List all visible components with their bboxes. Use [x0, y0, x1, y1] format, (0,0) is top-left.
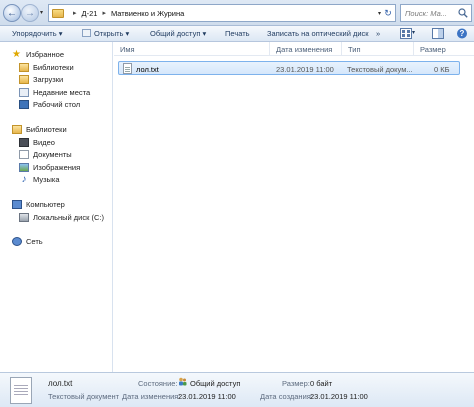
search-placeholder: Поиск: Ма...: [405, 9, 447, 18]
documents-icon: [19, 150, 29, 159]
text-file-icon: [123, 63, 132, 74]
breadcrumb-d21[interactable]: Д-21: [82, 9, 98, 18]
file-name: лол.txt: [136, 65, 159, 74]
nav-item-recent-places[interactable]: Недавние места: [19, 88, 90, 97]
nav-item-desktop[interactable]: Рабочий стол: [19, 100, 80, 109]
computer-icon: [12, 200, 22, 209]
network-icon: [12, 237, 22, 246]
forward-button[interactable]: →: [21, 4, 39, 22]
open-label: Открыть ▾: [94, 29, 130, 38]
nav-computer-label: Компьютер: [26, 200, 65, 209]
recent-pages-dropdown[interactable]: ▾: [40, 9, 47, 17]
view-dropdown[interactable]: ▾: [412, 29, 415, 36]
nav-item-label: Недавние места: [33, 88, 91, 97]
nav-favorites[interactable]: ★ Избранное: [12, 49, 65, 60]
nav-item-label: Локальный диск (C:): [33, 213, 104, 222]
print-button[interactable]: Печать: [225, 29, 250, 38]
nav-computer[interactable]: Компьютер: [12, 200, 65, 209]
text-file-icon: [10, 377, 32, 404]
preview-pane-icon[interactable]: [432, 28, 444, 39]
nav-item-label: Музыка: [33, 175, 60, 184]
details-size-label: Размер:: [282, 379, 310, 388]
svg-text:?: ?: [460, 29, 465, 38]
file-size: 0 КБ: [434, 65, 450, 74]
more-commands-button[interactable]: »: [376, 29, 380, 38]
nav-item-downloads[interactable]: Загрузки: [19, 75, 63, 84]
details-size-value: 0 байт: [310, 379, 333, 388]
file-list: Имя Дата изменения Тип Размер лол.txt 23…: [114, 42, 474, 372]
nav-libraries-label: Библиотеки: [26, 125, 67, 134]
share-menu[interactable]: Общий доступ ▾: [150, 29, 206, 38]
address-bar-row: ← → ▾ ▸ Д-21 ▸ Матвиенко и Журина ▾ ↻ По…: [0, 0, 474, 26]
star-icon: ★: [12, 49, 21, 60]
open-icon: [82, 29, 91, 37]
desktop-icon: [19, 100, 29, 109]
chevron-right-icon[interactable]: ▸: [102, 9, 106, 17]
search-input[interactable]: Поиск: Ма...: [400, 4, 472, 22]
video-icon: [19, 138, 29, 147]
navigation-pane: ★ Избранное Библиотеки Загрузки Недавние…: [0, 42, 113, 372]
arrow-right-icon: →: [25, 7, 35, 19]
details-state-label: Состояние:: [138, 379, 178, 388]
column-header-name[interactable]: Имя: [114, 42, 270, 56]
nav-libraries[interactable]: Библиотеки: [12, 125, 67, 134]
folder-icon: [52, 8, 64, 18]
address-box[interactable]: ▸ Д-21 ▸ Матвиенко и Журина ▾ ↻: [48, 4, 396, 22]
nav-item-music[interactable]: ♪ Музыка: [19, 174, 60, 185]
chevron-right-icon[interactable]: ▸: [73, 9, 77, 17]
nav-favorites-label: Избранное: [26, 50, 65, 59]
file-row[interactable]: лол.txt 23.01.2019 11:00 Текстовый докум…: [118, 61, 460, 75]
nav-item-label: Рабочий стол: [33, 100, 81, 109]
shared-users-icon: [179, 377, 187, 386]
command-bar: Упорядочить ▾ Открыть ▾ Общий доступ ▾ П…: [0, 26, 474, 42]
nav-item-documents[interactable]: Документы: [19, 150, 72, 159]
column-header-date[interactable]: Дата изменения: [270, 42, 342, 56]
details-file-name: лол.txt: [48, 379, 73, 388]
column-header-size[interactable]: Размер: [414, 42, 474, 56]
burn-button[interactable]: Записать на оптический диск: [267, 29, 369, 38]
hard-drive-icon: [19, 213, 29, 222]
help-icon[interactable]: ?: [456, 28, 468, 39]
nav-item-label: Загрузки: [33, 75, 64, 84]
arrow-left-icon: ←: [7, 7, 17, 19]
details-modified-value: 23.01.2019 11:00: [178, 392, 236, 401]
details-created-label: Дата создания:: [260, 392, 313, 401]
file-type: Текстовый докум...: [347, 65, 413, 74]
nav-item-video[interactable]: Видео: [19, 138, 55, 147]
recent-places-icon: [19, 88, 29, 97]
music-icon: ♪: [21, 174, 27, 185]
details-modified-label: Дата изменения:: [122, 392, 181, 401]
pictures-icon: [19, 163, 29, 172]
nav-item-label: Изображения: [33, 163, 81, 172]
details-state-value: Общий доступ: [190, 379, 241, 388]
refresh-icon[interactable]: ↻: [382, 6, 394, 20]
details-created-value: 23.01.2019 11:00: [310, 392, 368, 401]
back-button[interactable]: ←: [3, 4, 21, 22]
breadcrumb-current-folder[interactable]: Матвиенко и Журина: [111, 9, 184, 18]
view-options-icon[interactable]: [400, 28, 412, 39]
details-pane: лол.txt Текстовый документ Состояние: Об…: [0, 372, 474, 407]
libraries-icon: [19, 63, 29, 72]
downloads-folder-icon: [19, 75, 29, 84]
libraries-icon: [12, 125, 22, 134]
nav-item-pictures[interactable]: Изображения: [19, 163, 80, 172]
nav-item-local-disk[interactable]: Локальный диск (C:): [19, 213, 104, 222]
nav-network[interactable]: Сеть: [12, 237, 43, 246]
nav-item-label: Документы: [33, 150, 72, 159]
open-menu[interactable]: Открыть ▾: [82, 29, 129, 38]
search-icon: [458, 8, 468, 18]
details-file-type: Текстовый документ: [48, 392, 120, 401]
nav-item-label: Видео: [33, 138, 55, 147]
nav-item-label: Библиотеки: [33, 63, 74, 72]
nav-network-label: Сеть: [26, 237, 43, 246]
column-header-type[interactable]: Тип: [342, 42, 414, 56]
address-dropdown[interactable]: ▾: [378, 10, 381, 17]
nav-item-libraries-fav[interactable]: Библиотеки: [19, 63, 74, 72]
file-date: 23.01.2019 11:00: [276, 65, 334, 74]
organize-menu[interactable]: Упорядочить ▾: [12, 29, 62, 38]
